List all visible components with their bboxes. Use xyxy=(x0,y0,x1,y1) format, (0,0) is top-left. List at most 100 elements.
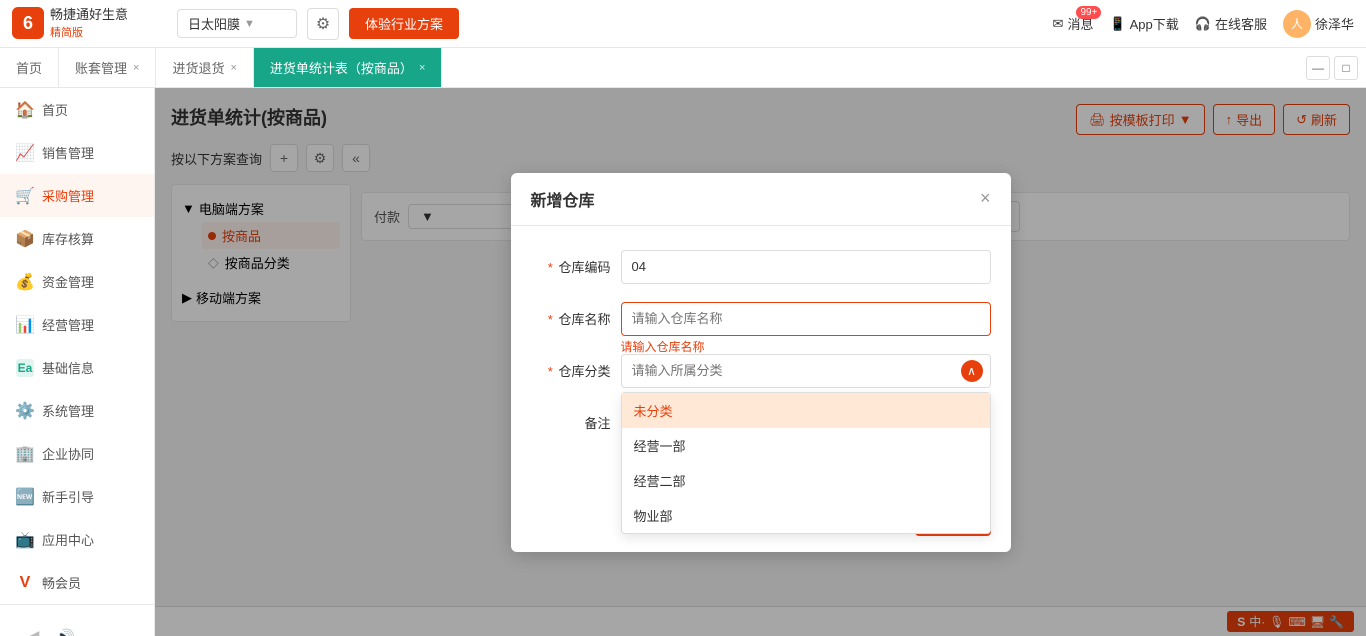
category-label: * 仓库分类 xyxy=(531,354,611,380)
app-name: 畅捷通好生意 xyxy=(50,7,128,24)
dropdown-item-dept3[interactable]: 物业部 xyxy=(622,498,990,533)
inventory-icon: 📦 xyxy=(16,230,34,248)
sidebar-item-basic[interactable]: Ea 基础信息 xyxy=(0,346,154,389)
sidebar-label-finance: 资金管理 xyxy=(42,272,94,291)
dropdown-item-unclassified[interactable]: 未分类 xyxy=(622,393,990,428)
name-input[interactable] xyxy=(621,302,991,336)
sidebar-item-vip[interactable]: V 畅会员 xyxy=(0,561,154,604)
tab-account[interactable]: 账套管理 × xyxy=(59,48,156,87)
trial-button[interactable]: 体验行业方案 xyxy=(349,8,459,39)
tab-bar: 首页 账套管理 × 进货退货 × 进货单统计表（按商品） × — □ xyxy=(0,48,1366,88)
sidebar-label-system: 系统管理 xyxy=(42,401,94,420)
sidebar-item-finance[interactable]: 💰 资金管理 xyxy=(0,260,154,303)
sidebar-label-operation: 经营管理 xyxy=(42,315,94,334)
store-selector[interactable]: 日太阳膜 ▼ xyxy=(177,9,297,38)
online-service-button[interactable]: 🎧 在线客服 xyxy=(1195,14,1267,33)
basic-icon: Ea xyxy=(16,359,34,377)
tab-purchase-return[interactable]: 进货退货 × xyxy=(156,48,253,87)
form-row-code: * 仓库编码 xyxy=(531,250,991,284)
headset-icon: 🎧 xyxy=(1195,16,1211,32)
appcenter-icon: 📺 xyxy=(16,531,34,549)
tab-purchase-return-label: 进货退货 xyxy=(172,58,224,77)
sidebar-collapse-button[interactable]: ◀ xyxy=(16,617,47,636)
modal-close-button[interactable]: × xyxy=(980,188,991,209)
modal-title: 新增仓库 xyxy=(531,187,595,211)
tab-home-label: 首页 xyxy=(16,58,42,77)
modal-body: * 仓库编码 * 仓库名称 请输入仓库名称 xyxy=(511,226,1011,466)
sidebar-item-newbie[interactable]: 🆕 新手引导 xyxy=(0,475,154,518)
newbie-icon: 🆕 xyxy=(16,488,34,506)
top-bar: 6 畅捷通好生意 精简版 日太阳膜 ▼ ⚙ 体验行业方案 ✉ 消息 99+ 📱 … xyxy=(0,0,1366,48)
user-profile-button[interactable]: 人 徐泽华 xyxy=(1283,10,1354,38)
tab-window-controls: — □ xyxy=(1298,48,1366,87)
sidebar: 🏠 首页 📈 销售管理 🛒 采购管理 📦 库存核算 💰 资金管理 📊 经营管理 … xyxy=(0,88,155,636)
app-edition: 精简版 xyxy=(50,24,128,40)
sidebar-item-system[interactable]: ⚙️ 系统管理 xyxy=(0,389,154,432)
tab-purchase-stats[interactable]: 进货单统计表（按商品） × xyxy=(254,48,442,87)
messages-badge: 99+ xyxy=(1076,6,1101,19)
logo-area: 6 畅捷通好生意 精简版 xyxy=(12,7,167,40)
sidebar-item-operation[interactable]: 📊 经营管理 xyxy=(0,303,154,346)
online-service-label: 在线客服 xyxy=(1215,14,1267,33)
tab-purchase-stats-label: 进货单统计表（按商品） xyxy=(270,58,413,77)
code-input[interactable] xyxy=(621,250,991,284)
category-select-wrapper: ∧ 未分类 经营一部 经营二部 物业部 xyxy=(621,354,991,388)
modal-new-warehouse: 新增仓库 × * 仓库编码 * xyxy=(511,173,1011,552)
form-row-category: * 仓库分类 ∧ 未分类 经营一部 经营二部 物业部 xyxy=(531,354,991,388)
phone-icon: 📱 xyxy=(1109,16,1125,32)
sidebar-item-sales[interactable]: 📈 销售管理 xyxy=(0,131,154,174)
tab-purchase-stats-close[interactable]: × xyxy=(419,62,425,74)
volume-icon[interactable]: 🔊 xyxy=(55,628,75,636)
category-dropdown-list: 未分类 经营一部 经营二部 物业部 xyxy=(621,392,991,534)
code-label: * 仓库编码 xyxy=(531,250,611,276)
store-selector-arrow: ▼ xyxy=(244,18,255,30)
tab-home[interactable]: 首页 xyxy=(0,48,59,87)
tab-account-close[interactable]: × xyxy=(133,62,139,74)
sidebar-item-enterprise[interactable]: 🏢 企业协同 xyxy=(0,432,154,475)
sidebar-label-enterprise: 企业协同 xyxy=(42,444,94,463)
content-area: 进货单统计(按商品) 🖨 按模板打印 ▼ ↑ 导出 ↺ 刷新 按以下方案查询 +… xyxy=(155,88,1366,636)
store-name: 日太阳膜 xyxy=(188,14,240,33)
sidebar-item-appcenter[interactable]: 📺 应用中心 xyxy=(0,518,154,561)
finance-icon: 💰 xyxy=(16,273,34,291)
sidebar-label-appcenter: 应用中心 xyxy=(42,530,94,549)
name-error-tip: 请输入仓库名称 xyxy=(621,338,705,355)
main-layout: 🏠 首页 📈 销售管理 🛒 采购管理 📦 库存核算 💰 资金管理 📊 经营管理 … xyxy=(0,88,1366,636)
sidebar-item-purchase[interactable]: 🛒 采购管理 xyxy=(0,174,154,217)
operation-icon: 📊 xyxy=(16,316,34,334)
tab-maximize-button[interactable]: □ xyxy=(1334,56,1358,80)
top-right-area: ✉ 消息 99+ 📱 App下载 🎧 在线客服 人 徐泽华 xyxy=(1053,10,1354,38)
note-label: 备注 xyxy=(531,406,611,432)
form-row-name: * 仓库名称 请输入仓库名称 xyxy=(531,302,991,336)
app-logo-icon: 6 xyxy=(12,7,44,39)
category-dropdown-toggle[interactable]: ∧ xyxy=(961,360,983,382)
app-download-label: App下载 xyxy=(1130,14,1179,33)
tab-minimize-button[interactable]: — xyxy=(1306,56,1330,80)
modal-header: 新增仓库 × xyxy=(511,173,1011,226)
purchase-icon: 🛒 xyxy=(16,187,34,205)
user-avatar: 人 xyxy=(1283,10,1311,38)
app-download-button[interactable]: 📱 App下载 xyxy=(1109,14,1178,33)
tab-purchase-return-close[interactable]: × xyxy=(230,62,236,74)
sidebar-item-inventory[interactable]: 📦 库存核算 xyxy=(0,217,154,260)
user-name: 徐泽华 xyxy=(1315,14,1354,33)
dropdown-item-dept1[interactable]: 经营一部 xyxy=(622,428,990,463)
dropdown-item-dept2[interactable]: 经营二部 xyxy=(622,463,990,498)
category-input[interactable] xyxy=(621,354,991,388)
sidebar-label-vip: 畅会员 xyxy=(42,573,81,592)
sales-icon: 📈 xyxy=(16,144,34,162)
modal-overlay: 新增仓库 × * 仓库编码 * xyxy=(155,88,1366,636)
system-icon: ⚙️ xyxy=(16,402,34,420)
sidebar-label-inventory: 库存核算 xyxy=(42,229,94,248)
sidebar-item-home[interactable]: 🏠 首页 xyxy=(0,88,154,131)
settings-gear-button[interactable]: ⚙ xyxy=(307,8,339,40)
name-label: * 仓库名称 xyxy=(531,302,611,328)
sidebar-label-newbie: 新手引导 xyxy=(42,487,94,506)
enterprise-icon: 🏢 xyxy=(16,445,34,463)
messages-button[interactable]: ✉ 消息 99+ xyxy=(1053,14,1094,33)
tab-account-label: 账套管理 xyxy=(75,58,127,77)
sidebar-label-sales: 销售管理 xyxy=(42,143,94,162)
home-icon: 🏠 xyxy=(16,101,34,119)
sidebar-label-purchase: 采购管理 xyxy=(42,186,94,205)
message-icon: ✉ xyxy=(1053,16,1064,32)
